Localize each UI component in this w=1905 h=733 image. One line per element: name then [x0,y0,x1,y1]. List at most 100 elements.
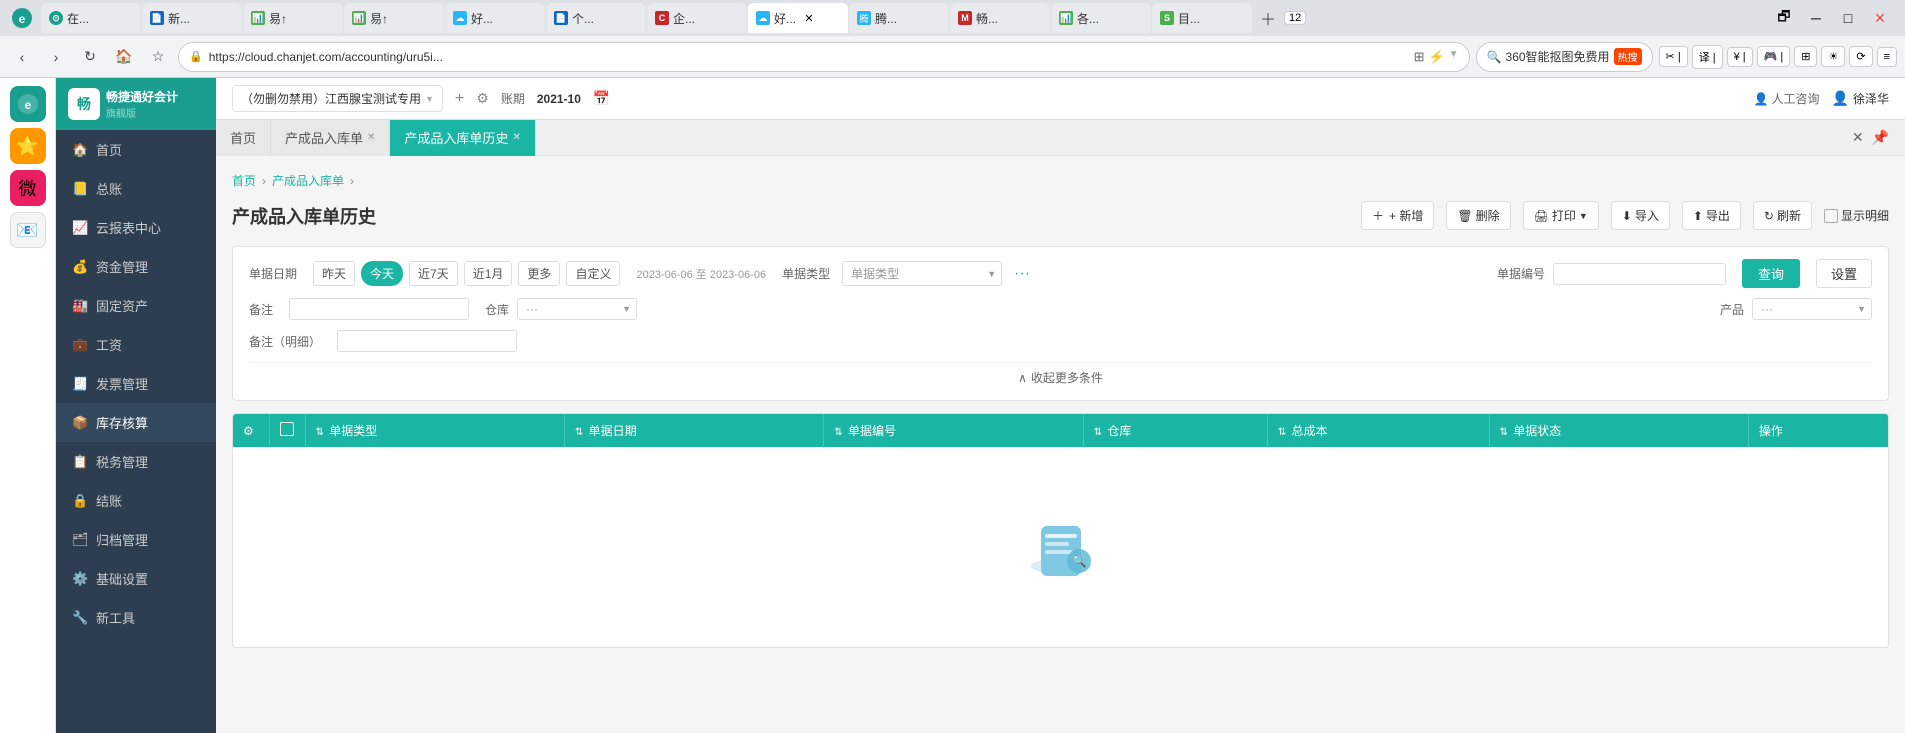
date-7days[interactable]: 近7天 [409,261,458,286]
back-button[interactable]: ‹ [8,43,36,71]
th-bill-no[interactable]: ⇅ 单据编号 [824,414,1083,447]
add-button[interactable]: ＋ + 新增 [1361,201,1434,230]
sidebar-item-archive[interactable]: 🗂 归档管理 [56,520,216,559]
sidebar-item-ledger[interactable]: 📒 总账 [56,169,216,208]
search-bar[interactable]: 🔍 360智能抠图免费用 热搜 [1476,42,1653,72]
sidebar-item-reports[interactable]: 📈 云报表中心 [56,208,216,247]
product-select[interactable]: ··· [1752,298,1872,320]
page-tab-history[interactable]: 产成品入库单历史 ✕ [390,120,535,156]
sidebar-item-home[interactable]: 🏠 首页 [56,130,216,169]
yuan-tool[interactable]: ¥ | [1727,47,1753,67]
date-more[interactable]: 更多 [518,261,560,286]
bill-type-select-wrap[interactable]: 单据类型 [842,261,1002,286]
sync-tool[interactable]: ⟳ [1849,46,1872,67]
date-today[interactable]: 今天 [361,261,403,286]
refresh-button[interactable]: ↻ 刷新 [1753,201,1812,230]
panel-pin-icon[interactable]: 📌 [1872,129,1889,146]
date-custom[interactable]: 自定义 [566,261,620,286]
sidebar-item-tax[interactable]: 📋 税务管理 [56,442,216,481]
menu-tool[interactable]: ≡ [1877,47,1897,67]
browser-tab-10[interactable]: M 畅... [950,3,1050,33]
page-tab-history-close[interactable]: ✕ [512,132,520,143]
export-button[interactable]: ⬆ 导出 [1682,201,1741,230]
browser-tab-1[interactable]: ⊙ 在... [41,3,141,33]
browser-tab-11[interactable]: 📊 各... [1051,3,1151,33]
warehouse-select[interactable]: ··· [517,298,637,320]
sidebar-item-assets[interactable]: 🏭 固定资产 [56,286,216,325]
sidebar-item-checkout[interactable]: 🔒 结账 [56,481,216,520]
app-icon-star[interactable]: ⭐ [10,128,46,164]
browser-tab-4[interactable]: 📊 易↑ [344,3,444,33]
app-icon-weibo[interactable]: 微 [10,170,46,206]
lightning-icon[interactable]: ⚡ [1428,49,1444,65]
page-tab-bill[interactable]: 产成品入库单 ✕ [271,120,390,156]
browser-tab-9[interactable]: 腾 腾... [849,3,949,33]
dropdown-icon[interactable]: ▼ [1449,49,1459,65]
product-select-wrap[interactable]: ··· [1752,298,1872,320]
query-button[interactable]: 查询 [1742,259,1800,288]
breadcrumb-list[interactable]: 产成品入库单 [272,172,344,189]
th-checkbox[interactable] [269,414,305,447]
sidebar-item-salary[interactable]: 💼 工资 [56,325,216,364]
sidebar-item-funds[interactable]: 💰 资金管理 [56,247,216,286]
user-info[interactable]: 👤 徐泽华 [1832,90,1889,107]
bill-no-input[interactable] [1553,263,1726,285]
th-bill-status[interactable]: ⇅ 单据状态 [1489,414,1748,447]
sidebar-item-settings[interactable]: ⚙️ 基础设置 [56,559,216,598]
add-company-button[interactable]: + [455,90,464,108]
note-detail-input[interactable] [337,330,517,352]
th-total-cost[interactable]: ⇅ 总成本 [1267,414,1489,447]
show-cols-checkbox[interactable] [1824,209,1838,223]
note-input[interactable] [289,298,469,320]
collapse-button[interactable]: ∧ 收起更多条件 [1018,369,1103,386]
browser-tab-2[interactable]: 📄 新... [142,3,242,33]
forward-button[interactable]: › [42,43,70,71]
scissors-tool[interactable]: ✂ | [1659,46,1688,67]
delete-button[interactable]: 🗑 删除 [1446,201,1510,230]
grid-icon[interactable]: ⊞ [1414,49,1425,65]
th-bill-type[interactable]: ⇅ 单据类型 [305,414,564,447]
th-warehouse[interactable]: ⇅ 仓库 [1083,414,1267,447]
help-link[interactable]: 👤 人工咨询 [1754,90,1820,107]
page-tab-home[interactable]: 首页 [216,120,271,156]
browser-logo[interactable]: e [4,3,40,33]
page-tab-bill-close[interactable]: ✕ [367,132,375,143]
restore-icon[interactable]: 🗗 [1771,5,1797,31]
calendar-icon[interactable]: 📅 [593,90,610,107]
app-icon-mail[interactable]: 📧 [10,212,46,248]
bookmark-button[interactable]: ☆ [144,43,172,71]
print-button[interactable]: 🖨 打印 ▼ [1523,201,1599,230]
address-input-wrap[interactable]: 🔒 https://cloud.chanjet.com/accounting/u… [178,42,1470,72]
theme-tool[interactable]: ☀ [1821,46,1845,67]
breadcrumb-home[interactable]: 首页 [232,172,256,189]
apps-tool[interactable]: ⊞ [1794,46,1817,67]
app-icon-main[interactable]: e [10,86,46,122]
company-select[interactable]: （勿删勿禁用）江西腺宝测试专用 ▼ [232,85,443,112]
sidebar-item-tools[interactable]: 🔧 新工具 [56,598,216,637]
th-settings[interactable]: ⚙ [233,414,269,447]
topbar-settings-button[interactable]: ⚙ [476,90,489,107]
bill-type-select[interactable]: 单据类型 [842,261,1002,286]
browser-tab-6[interactable]: 📄 个... [546,3,646,33]
show-cols-toggle[interactable]: 显示明细 [1824,207,1889,224]
panel-close-icon[interactable]: ✕ [1852,129,1864,146]
browser-tab-8[interactable]: ☁ 好... ✕ [748,3,848,33]
tab-count[interactable]: 12 [1284,11,1306,25]
new-tab-button[interactable]: ＋ [1253,3,1283,33]
warehouse-select-wrap[interactable]: ··· [517,298,637,320]
import-button[interactable]: ⬇ 导入 [1611,201,1670,230]
home-button[interactable]: 🏠 [110,43,138,71]
date-yesterday[interactable]: 昨天 [313,261,355,286]
refresh-button[interactable]: ↻ [76,43,104,71]
close-icon[interactable]: ✕ [1867,5,1893,31]
browser-tab-7[interactable]: C 企... [647,3,747,33]
sidebar-item-invoice[interactable]: 🧾 发票管理 [56,364,216,403]
browser-tab-12[interactable]: S 目... [1152,3,1252,33]
setting-button[interactable]: 设置 [1816,259,1872,288]
browser-tab-5[interactable]: ☁ 好... [445,3,545,33]
browser-tab-3[interactable]: 📊 易↑ [243,3,343,33]
tab-close-8[interactable]: ✕ [800,9,818,27]
translate-tool[interactable]: 译 | [1692,45,1723,69]
date-1month[interactable]: 近1月 [464,261,513,286]
maximize-icon[interactable]: □ [1835,5,1861,31]
